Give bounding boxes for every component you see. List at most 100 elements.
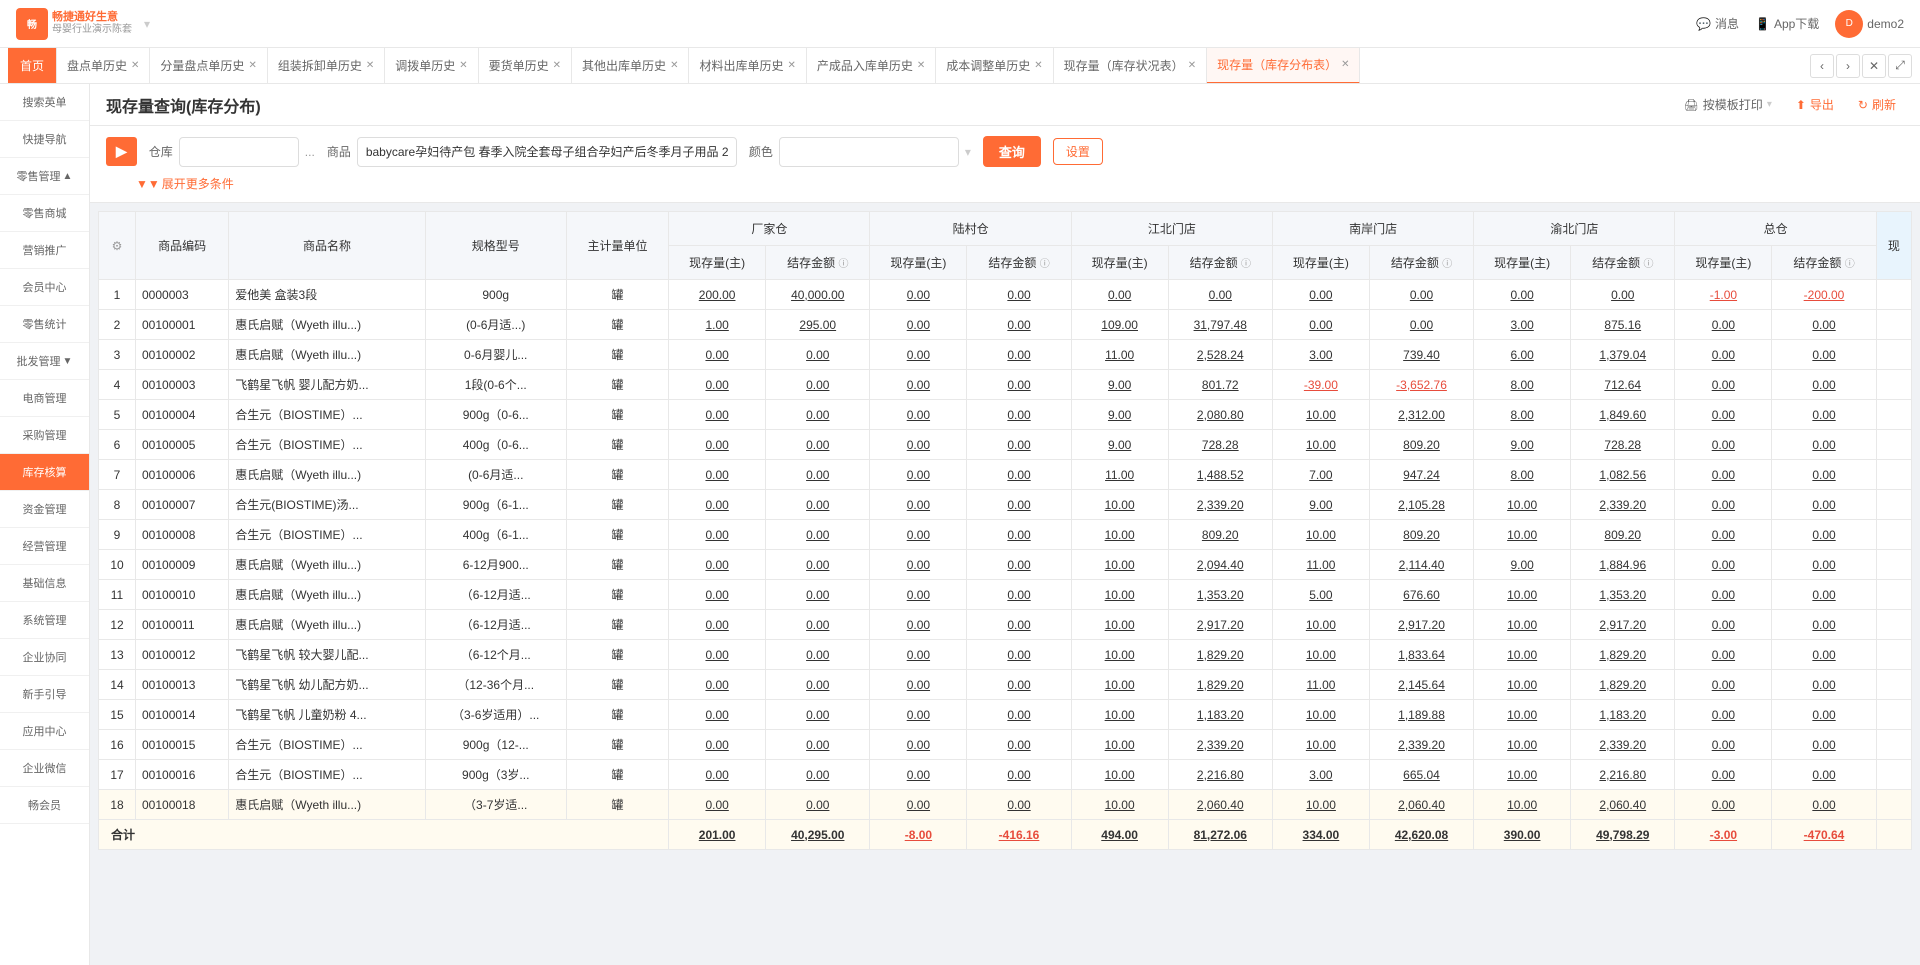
cell-lucun-qty[interactable]: 0.00	[870, 550, 967, 580]
summary-factory-qty[interactable]: 201.00	[669, 820, 766, 850]
cell-lucun-amt[interactable]: 0.00	[967, 370, 1071, 400]
user-profile[interactable]: D demo2	[1835, 10, 1904, 38]
cell-total-qty[interactable]: 0.00	[1675, 640, 1772, 670]
cell-factory-qty[interactable]: 0.00	[669, 490, 766, 520]
cell-jb-amt[interactable]: 1,488.52	[1168, 460, 1272, 490]
cell-yb-amt[interactable]: 0.00	[1571, 280, 1675, 310]
cell-yb-qty[interactable]: 10.00	[1474, 790, 1571, 820]
cell-lucun-amt[interactable]: 0.00	[967, 400, 1071, 430]
cell-na-amt[interactable]: -3,652.76	[1369, 370, 1473, 400]
cell-lucun-amt[interactable]: 0.00	[967, 670, 1071, 700]
sidebar-item-enterprise[interactable]: 企业协同	[0, 639, 89, 676]
cell-jb-qty[interactable]: 9.00	[1071, 430, 1168, 460]
cell-total-amt[interactable]: 0.00	[1772, 790, 1876, 820]
cell-yb-amt[interactable]: 1,849.60	[1571, 400, 1675, 430]
cell-total-amt[interactable]: 0.00	[1772, 640, 1876, 670]
sidebar-item-ecommerce[interactable]: 电商管理	[0, 380, 89, 417]
cell-yb-qty[interactable]: 8.00	[1474, 400, 1571, 430]
tab-9-close[interactable]: ✕	[1034, 60, 1042, 71]
summary-lucun-amt[interactable]: -416.16	[967, 820, 1071, 850]
cell-factory-amt[interactable]: 0.00	[766, 760, 870, 790]
cell-yb-qty[interactable]: 9.00	[1474, 550, 1571, 580]
cell-yb-amt[interactable]: 2,216.80	[1571, 760, 1675, 790]
cell-yb-qty[interactable]: 10.00	[1474, 490, 1571, 520]
cell-lucun-qty[interactable]: 0.00	[870, 790, 967, 820]
tab-prev-btn[interactable]: ‹	[1810, 54, 1834, 78]
tab-4-close[interactable]: ✕	[459, 60, 467, 71]
expand-more-btn[interactable]: ▼▼ 展开更多条件	[136, 175, 234, 192]
tab-2-close[interactable]: ✕	[248, 60, 256, 71]
cell-na-amt[interactable]: 0.00	[1369, 280, 1473, 310]
cell-na-qty[interactable]: 10.00	[1272, 430, 1369, 460]
cell-na-qty[interactable]: 9.00	[1272, 490, 1369, 520]
sidebar-item-retail-stats[interactable]: 零售统计	[0, 306, 89, 343]
cell-total-qty[interactable]: 0.00	[1675, 490, 1772, 520]
cell-lucun-qty[interactable]: 0.00	[870, 460, 967, 490]
cell-lucun-amt[interactable]: 0.00	[967, 550, 1071, 580]
sidebar-item-nav[interactable]: 快捷导航	[0, 121, 89, 158]
cell-na-amt[interactable]: 1,189.88	[1369, 700, 1473, 730]
cell-total-amt[interactable]: 0.00	[1772, 340, 1876, 370]
cell-jb-qty[interactable]: 10.00	[1071, 580, 1168, 610]
cell-jb-amt[interactable]: 2,080.80	[1168, 400, 1272, 430]
cell-factory-qty[interactable]: 0.00	[669, 400, 766, 430]
cell-factory-qty[interactable]: 200.00	[669, 280, 766, 310]
tab-8-close[interactable]: ✕	[917, 60, 925, 71]
cell-yb-amt[interactable]: 2,339.20	[1571, 490, 1675, 520]
th-gear[interactable]: ⚙	[99, 212, 136, 280]
cell-factory-amt[interactable]: 0.00	[766, 580, 870, 610]
cell-jb-qty[interactable]: 10.00	[1071, 640, 1168, 670]
sidebar-item-guide[interactable]: 新手引导	[0, 676, 89, 713]
cell-lucun-qty[interactable]: 0.00	[870, 430, 967, 460]
cell-factory-amt[interactable]: 0.00	[766, 640, 870, 670]
cell-jb-amt[interactable]: 1,183.20	[1168, 700, 1272, 730]
cell-lucun-qty[interactable]: 0.00	[870, 370, 967, 400]
cell-factory-qty[interactable]: 1.00	[669, 310, 766, 340]
cell-yb-qty[interactable]: 10.00	[1474, 670, 1571, 700]
sidebar-item-finance[interactable]: 资金管理	[0, 491, 89, 528]
cell-lucun-qty[interactable]: 0.00	[870, 640, 967, 670]
cell-factory-qty[interactable]: 0.00	[669, 640, 766, 670]
cell-factory-amt[interactable]: 0.00	[766, 400, 870, 430]
cell-total-amt[interactable]: 0.00	[1772, 670, 1876, 700]
summary-jb-qty[interactable]: 494.00	[1071, 820, 1168, 850]
cell-total-qty[interactable]: 0.00	[1675, 730, 1772, 760]
sidebar-item-wholesale[interactable]: 批发管理 ▼	[0, 343, 89, 380]
cell-yb-qty[interactable]: 10.00	[1474, 760, 1571, 790]
cell-lucun-amt[interactable]: 0.00	[967, 490, 1071, 520]
cell-yb-amt[interactable]: 2,339.20	[1571, 730, 1675, 760]
cell-lucun-amt[interactable]: 0.00	[967, 700, 1071, 730]
cell-jb-qty[interactable]: 10.00	[1071, 490, 1168, 520]
cell-factory-amt[interactable]: 0.00	[766, 430, 870, 460]
cell-total-amt[interactable]: 0.00	[1772, 430, 1876, 460]
cell-yb-amt[interactable]: 1,183.20	[1571, 700, 1675, 730]
cell-jb-qty[interactable]: 10.00	[1071, 610, 1168, 640]
sidebar-item-operations[interactable]: 经营管理	[0, 528, 89, 565]
sidebar-item-marketing[interactable]: 营销推广	[0, 232, 89, 269]
cell-lucun-qty[interactable]: 0.00	[870, 670, 967, 700]
cell-factory-qty[interactable]: 0.00	[669, 760, 766, 790]
cell-na-qty[interactable]: 0.00	[1272, 280, 1369, 310]
cell-jb-qty[interactable]: 10.00	[1071, 760, 1168, 790]
tab-3[interactable]: 组装拆卸单历史 ✕	[268, 48, 385, 84]
cell-na-qty[interactable]: 11.00	[1272, 670, 1369, 700]
cell-jb-amt[interactable]: 2,339.20	[1168, 730, 1272, 760]
cell-factory-amt[interactable]: 0.00	[766, 670, 870, 700]
cell-lucun-amt[interactable]: 0.00	[967, 640, 1071, 670]
cell-total-qty[interactable]: 0.00	[1675, 700, 1772, 730]
cell-yb-qty[interactable]: 10.00	[1474, 700, 1571, 730]
tab-4[interactable]: 调拨单历史 ✕	[385, 48, 478, 84]
cell-lucun-amt[interactable]: 0.00	[967, 610, 1071, 640]
cell-total-amt[interactable]: 0.00	[1772, 610, 1876, 640]
tab-7[interactable]: 材料出库单历史 ✕	[689, 48, 806, 84]
cell-jb-amt[interactable]: 1,829.20	[1168, 640, 1272, 670]
cell-factory-qty[interactable]: 0.00	[669, 460, 766, 490]
summary-na-qty[interactable]: 334.00	[1272, 820, 1369, 850]
cell-lucun-qty[interactable]: 0.00	[870, 280, 967, 310]
summary-factory-amt[interactable]: 40,295.00	[766, 820, 870, 850]
tab-6[interactable]: 其他出库单历史 ✕	[572, 48, 689, 84]
gear-icon[interactable]: ⚙	[112, 239, 123, 253]
cell-yb-qty[interactable]: 8.00	[1474, 460, 1571, 490]
cell-jb-qty[interactable]: 10.00	[1071, 700, 1168, 730]
cell-na-qty[interactable]: 10.00	[1272, 640, 1369, 670]
